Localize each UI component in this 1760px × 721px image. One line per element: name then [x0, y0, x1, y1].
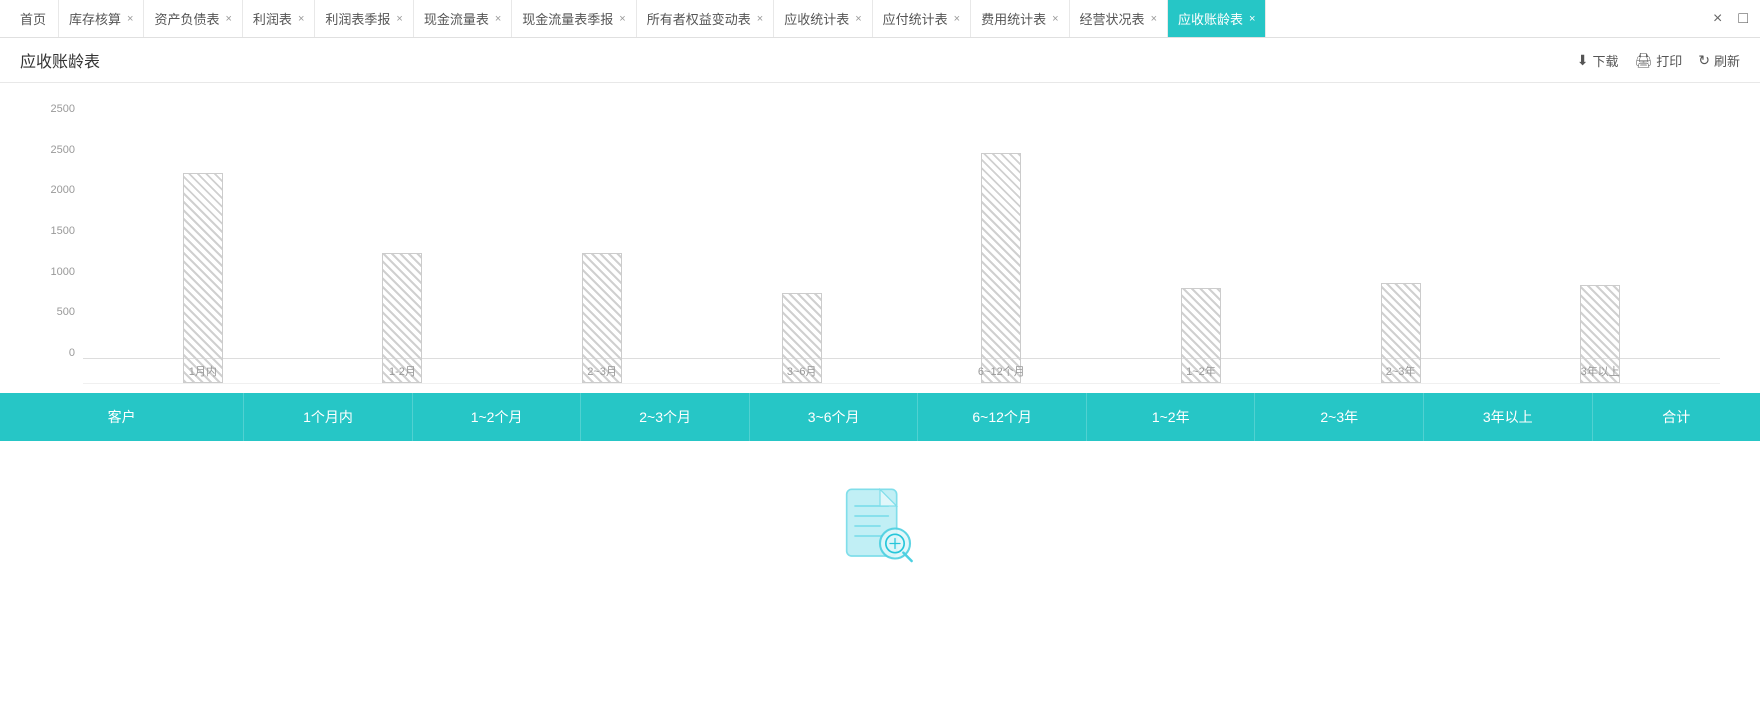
close-tab-profit-quarterly[interactable]: ×: [396, 13, 402, 25]
x-label-1-2y: 1~2年: [1101, 363, 1301, 379]
tab-equity[interactable]: 所有者权益变动表 ×: [637, 0, 774, 38]
x-label-2-3y: 2~3年: [1301, 363, 1501, 379]
x-label-3y-plus: 3年以上: [1500, 363, 1700, 379]
y-label-2500top: 2500: [40, 103, 75, 115]
tab-operations[interactable]: 经营状况表 ×: [1070, 0, 1168, 38]
x-label-2-3m: 2~3月: [502, 363, 702, 379]
y-label-500: 500: [40, 306, 75, 318]
window-controls: × □: [1709, 8, 1752, 30]
tab-profit-quarterly[interactable]: 利润表季报 ×: [315, 0, 413, 38]
col-customer: 客户: [0, 393, 244, 441]
download-icon: ⬇: [1577, 52, 1589, 69]
y-label-0: 0: [40, 347, 75, 359]
y-label-2500b: 2500: [40, 144, 75, 156]
bar-chart: 2500 2500 2000 1500 1000 500 0: [40, 103, 1720, 383]
print-icon: 🖨: [1634, 52, 1652, 69]
bar-1m: [183, 173, 223, 383]
page-actions: ⬇ 下载 🖨 打印 ↻ 刷新: [1577, 51, 1740, 70]
col-2-3m: 2~3个月: [581, 393, 750, 441]
page-header: 应收账龄表 ⬇ 下载 🖨 打印 ↻ 刷新: [0, 38, 1760, 83]
col-2-3y: 2~3年: [1255, 393, 1424, 441]
x-label-1m: 1月内: [103, 363, 303, 379]
y-axis: 2500 2500 2000 1500 1000 500 0: [40, 103, 75, 383]
col-1-2m: 1~2个月: [413, 393, 582, 441]
tab-inventory[interactable]: 库存核算 ×: [59, 0, 144, 38]
refresh-button[interactable]: ↻ 刷新: [1698, 51, 1740, 70]
window-close-button[interactable]: ×: [1709, 8, 1726, 30]
close-tab-equity[interactable]: ×: [757, 13, 763, 25]
x-label-1-2m: 1-2月: [303, 363, 503, 379]
close-tab-cashflow[interactable]: ×: [495, 13, 501, 25]
close-tab-ar-aging[interactable]: ×: [1249, 13, 1255, 25]
col-3y-plus: 3年以上: [1424, 393, 1593, 441]
col-1m: 1个月内: [244, 393, 413, 441]
close-tab-cashflow-quarterly[interactable]: ×: [619, 13, 625, 25]
bar-6-12m: [981, 153, 1021, 383]
close-tab-ap-stats[interactable]: ×: [954, 13, 960, 25]
close-tab-expense-stats[interactable]: ×: [1052, 13, 1058, 25]
tab-balance[interactable]: 资产负债表 ×: [144, 0, 242, 38]
window-maximize-button[interactable]: □: [1734, 8, 1752, 30]
x-label-6-12m: 6~12个月: [902, 363, 1102, 379]
close-tab-profit[interactable]: ×: [298, 13, 304, 25]
col-total: 合计: [1593, 393, 1760, 441]
empty-state: [0, 441, 1760, 621]
col-6-12m: 6~12个月: [918, 393, 1087, 441]
tab-ar-stats[interactable]: 应收统计表 ×: [774, 0, 872, 38]
y-label-1500: 1500: [40, 225, 75, 237]
y-label-1000: 1000: [40, 266, 75, 278]
print-button[interactable]: 🖨 打印: [1634, 51, 1682, 70]
close-tab-ar-stats[interactable]: ×: [855, 13, 861, 25]
tab-profit[interactable]: 利润表 ×: [243, 0, 315, 38]
empty-state-icon: [830, 481, 930, 581]
col-1-2y: 1~2年: [1087, 393, 1256, 441]
bar-1m-rect: [183, 173, 223, 383]
y-label-2000: 2000: [40, 184, 75, 196]
tab-expense-stats[interactable]: 费用统计表 ×: [971, 0, 1069, 38]
x-labels: 1月内 1-2月 2~3月 3~6月 6~12个月 1~2年 2~3年 3年以上: [83, 359, 1720, 383]
close-tab-operations[interactable]: ×: [1151, 13, 1157, 25]
main-content: 2500 2500 2000 1500 1000 500 0: [0, 83, 1760, 721]
close-tab-balance[interactable]: ×: [225, 13, 231, 25]
bar-6-12m-rect: [981, 153, 1021, 383]
table-header: 客户 1个月内 1~2个月 2~3个月 3~6个月 6~12个月 1~2年 2~…: [0, 393, 1760, 441]
close-tab-inventory[interactable]: ×: [127, 13, 133, 25]
x-label-3-6m: 3~6月: [702, 363, 902, 379]
tab-bar: 首页 库存核算 × 资产负债表 × 利润表 × 利润表季报 × 现金流量表 × …: [0, 0, 1760, 38]
grid-line-5: [83, 383, 1720, 384]
download-button[interactable]: ⬇ 下载: [1577, 51, 1619, 70]
tab-home[interactable]: 首页: [8, 0, 59, 38]
page-title: 应收账龄表: [20, 48, 100, 72]
col-3-6m: 3~6个月: [750, 393, 919, 441]
chart-area: 2500 2500 2000 1500 1000 500 0: [0, 83, 1760, 393]
tab-cashflow[interactable]: 现金流量表 ×: [414, 0, 512, 38]
refresh-icon: ↻: [1698, 52, 1710, 69]
tab-cashflow-quarterly[interactable]: 现金流量表季报 ×: [512, 0, 636, 38]
tab-ap-stats[interactable]: 应付统计表 ×: [873, 0, 971, 38]
tab-ar-aging[interactable]: 应收账龄表 ×: [1168, 0, 1266, 38]
